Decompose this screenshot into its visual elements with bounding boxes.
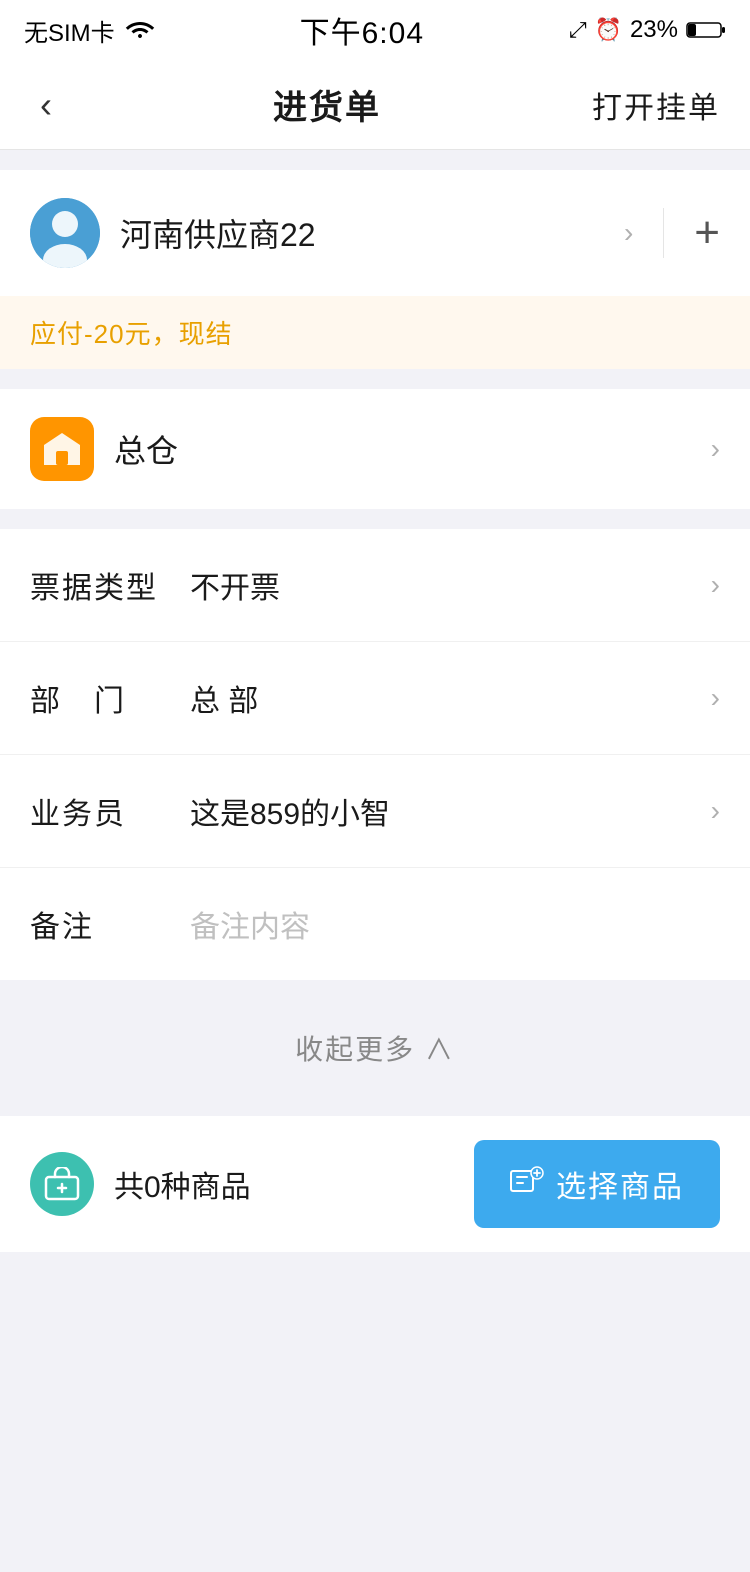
supplier-row[interactable]: 河南供应商22 › + [0,170,750,296]
status-time: 下午6:04 [300,8,424,52]
collapse-row[interactable]: 收起更多 ∧ [0,1000,750,1096]
ticket-type-chevron-icon: › [711,569,720,601]
supplier-name: 河南供应商22 [120,210,316,256]
ticket-type-row[interactable]: 票据类型 不开票 › [0,529,750,642]
nav-bar: ‹ 进货单 打开挂单 [0,60,750,150]
salesperson-value: 这是859的小智 [170,789,701,833]
warehouse-name: 总仓 [114,426,711,472]
salesperson-label: 业务员 [30,789,170,833]
page-title: 进货单 [273,80,381,129]
ticket-type-label: 票据类型 [30,563,170,607]
department-chevron-icon: › [711,682,720,714]
form-section: 票据类型 不开票 › 部 门 总 部 › 业务员 这是859的小智 › 备注 备… [0,529,750,980]
warehouse-card: 总仓 › [0,389,750,509]
salesperson-chevron-icon: › [711,795,720,827]
status-bar: 无SIM卡 下午6:04 ⤢ ⏰ 23% [0,0,750,60]
warehouse-chevron-icon: › [711,433,720,465]
supplier-avatar [30,198,100,268]
spacer-top [0,150,750,170]
supplier-chevron-icon: › [624,217,633,249]
product-bar: 共0种商品 选择商品 [0,1116,750,1252]
department-row[interactable]: 部 门 总 部 › [0,642,750,755]
select-product-label: 选择商品 [556,1162,684,1206]
warehouse-row[interactable]: 总仓 › [0,389,750,509]
back-button[interactable]: ‹ [30,74,62,136]
location-icon: ⤢ [569,17,587,43]
battery-label: 23% [630,16,678,44]
alarm-icon: ⏰ [595,17,622,43]
status-right: ⤢ ⏰ 23% [569,16,726,44]
warehouse-icon-wrap [30,417,94,481]
select-icon [510,1166,544,1202]
select-product-button[interactable]: 选择商品 [474,1140,720,1228]
remarks-value[interactable]: 备注内容 [170,902,720,946]
wifi-icon [125,16,155,45]
carrier-label: 无SIM卡 [24,13,115,48]
product-count-label: 共0种商品 [114,1162,474,1206]
page-rest [0,1252,750,1572]
battery-icon [686,19,726,41]
remarks-label: 备注 [30,902,170,946]
department-value: 总 部 [170,676,701,720]
product-icon-wrap [30,1152,94,1216]
status-left: 无SIM卡 [24,13,155,48]
supplier-info: 河南供应商22 [30,198,624,268]
add-supplier-button[interactable]: + [663,208,720,258]
salesperson-row[interactable]: 业务员 这是859的小智 › [0,755,750,868]
notice-bar: 应付-20元，现结 [0,296,750,369]
department-label: 部 门 [30,676,170,720]
supplier-card: 河南供应商22 › + 应付-20元，现结 [0,170,750,369]
ticket-type-value: 不开票 [170,563,701,607]
remarks-row[interactable]: 备注 备注内容 [0,868,750,980]
notice-text: 应付-20元，现结 [30,319,233,349]
open-pending-button[interactable]: 打开挂单 [592,83,720,127]
collapse-label: 收起更多 ∧ [295,1034,455,1065]
